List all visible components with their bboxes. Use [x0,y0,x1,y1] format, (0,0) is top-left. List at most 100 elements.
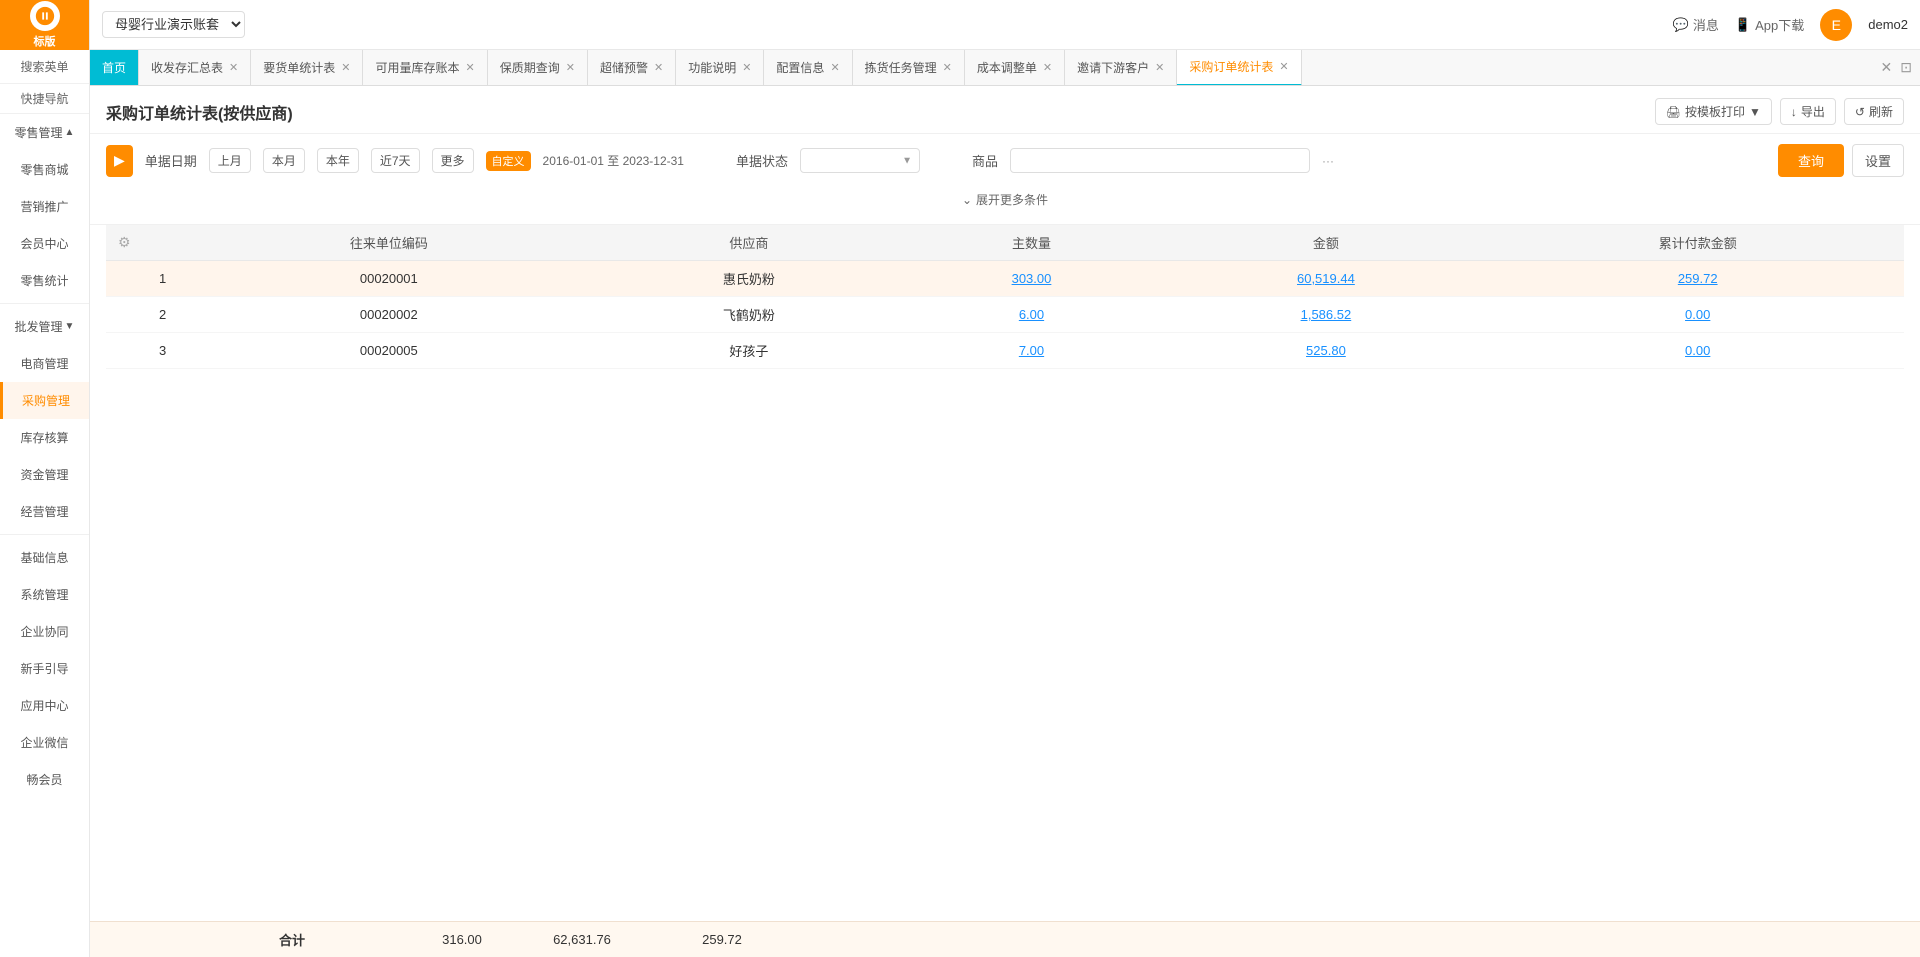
query-btn[interactable]: 查询 [1778,144,1844,177]
sidebar-item-sys-mgmt[interactable]: 系统管理 [0,576,89,613]
expand-more-btn[interactable]: ⌄ 展开更多条件 [962,191,1048,208]
sidebar-item-purchase-mgmt[interactable]: 采购管理 [0,382,89,419]
sidebar-item-ecom-mgmt[interactable]: 电商管理 [0,345,89,382]
main-content: 母婴行业演示账套 💬 消息 📱 App下载 E demo2 首页 收发存汇总表 … [90,0,1920,957]
filter-area: ▶ 单据日期 上月 本月 本年 近7天 更多 自定义 2016-01-01 至 … [90,134,1920,225]
tab-close-all-icon[interactable]: ✕ [1881,59,1893,76]
export-btn[interactable]: ↓ 导出 [1780,98,1836,125]
refresh-icon: ↺ [1855,105,1865,119]
date-btn-7days[interactable]: 近7天 [371,148,420,173]
sidebar-item-retail-store[interactable]: 零售商城 [0,151,89,188]
tab-overstock-warning[interactable]: 超储预警 ✕ [588,50,676,86]
tab-pick-task-close[interactable]: ✕ [943,61,952,74]
filter-expand-btn[interactable]: ▶ [106,145,133,177]
date-btn-this-month[interactable]: 本月 [263,148,305,173]
footer-total-paid: 259.72 [642,932,802,947]
goods-more-btn[interactable]: ··· [1322,154,1334,168]
tab-purchase-stats-close[interactable]: ✕ [1279,60,1288,73]
tab-overstock-close[interactable]: ✕ [654,61,663,74]
template-print-btn[interactable]: 🖨 按模板打印 ▼ [1655,98,1772,125]
sidebar-item-marketing[interactable]: 营销推广 [0,188,89,225]
message-icon: 💬 [1673,17,1689,33]
row2-paid[interactable]: 0.00 [1491,297,1904,333]
gear-icon[interactable]: ⚙ [118,234,131,250]
tab-cost-adjust[interactable]: 成本调整单 ✕ [965,50,1065,86]
row3-paid[interactable]: 0.00 [1491,333,1904,369]
row3-amount[interactable]: 525.80 [1160,333,1491,369]
footer-total-amount: 62,631.76 [522,932,642,947]
date-btn-this-year[interactable]: 本年 [317,148,359,173]
sidebar-item-quick-nav[interactable]: 快捷导航 [0,84,89,114]
print-icon: 🖨 [1666,105,1681,119]
row2-qty[interactable]: 6.00 [903,297,1161,333]
sidebar-item-search[interactable]: 搜索英单 [0,50,89,84]
row1-amount[interactable]: 60,519.44 [1160,261,1491,297]
sidebar-item-ops-mgmt[interactable]: 经营管理 [0,493,89,530]
sidebar-enterprise-wechat-label: 企业微信 [20,736,68,750]
row2-gear [106,297,143,333]
sidebar-item-basic-info[interactable]: 基础信息 [0,539,89,576]
message-label: 消息 [1693,15,1719,34]
sidebar: 标版 搜索英单 快捷导航 零售管理 ▲ 零售商城 营销推广 会员中心 零售统计 … [0,0,90,957]
tab-func-desc[interactable]: 功能说明 ✕ [676,50,764,86]
tab-home-label: 首页 [102,59,126,76]
sidebar-item-member[interactable]: 畅会员 [0,761,89,798]
tab-invite-downstream[interactable]: 邀请下游客户 ✕ [1065,50,1177,86]
tab-func-desc-close[interactable]: ✕ [742,61,751,74]
sidebar-item-stock-check[interactable]: 库存核算 [0,419,89,456]
row1-qty[interactable]: 303.00 [903,261,1161,297]
row1-paid[interactable]: 259.72 [1491,261,1904,297]
sidebar-item-new-guide[interactable]: 新手引导 [0,650,89,687]
tab-purchase-stats[interactable]: 采购订单统计表 ✕ [1177,50,1301,86]
sidebar-finance-label: 资金管理 [20,468,68,482]
date-btn-more[interactable]: 更多 [432,148,474,173]
status-select[interactable] [800,148,920,173]
page-actions: 🖨 按模板打印 ▼ ↓ 导出 ↺ 刷新 [1655,98,1904,125]
date-btn-last-month[interactable]: 上月 [209,148,251,173]
data-table: ⚙ 往来单位编码 供应商 主数量 金额 累计付款金额 1 00020001 [106,225,1904,369]
sidebar-item-retail-mgmt[interactable]: 零售管理 ▲ [0,114,89,151]
sidebar-item-finance-mgmt[interactable]: 资金管理 [0,456,89,493]
sidebar-item-app-center[interactable]: 应用中心 [0,687,89,724]
tab-cost-adjust-label: 成本调整单 [977,59,1037,76]
row2-code: 00020002 [183,297,596,333]
tab-warranty-query[interactable]: 保质期查询 ✕ [488,50,588,86]
tab-collect-issue-close[interactable]: ✕ [229,61,238,74]
tab-available-stock-close[interactable]: ✕ [466,61,475,74]
row3-qty[interactable]: 7.00 [903,333,1161,369]
col-code-header: 往来单位编码 [183,225,596,261]
sidebar-item-retail-stats[interactable]: 零售统计 [0,262,89,299]
goods-search-input[interactable] [1010,148,1310,173]
tab-pick-task[interactable]: 拣货任务管理 ✕ [853,50,965,86]
sidebar-retail-store-label: 零售商城 [20,163,68,177]
tab-available-stock[interactable]: 可用量库存账本 ✕ [363,50,487,86]
row2-num: 2 [143,297,183,333]
sidebar-item-enterprise-coop[interactable]: 企业协同 [0,613,89,650]
sidebar-item-member-center[interactable]: 会员中心 [0,225,89,262]
tab-cost-adjust-close[interactable]: ✕ [1043,61,1052,74]
tab-invite-label: 邀请下游客户 [1077,59,1149,76]
tab-config-info-close[interactable]: ✕ [830,61,839,74]
tab-home[interactable]: 首页 [90,50,139,86]
row2-amount[interactable]: 1,586.52 [1160,297,1491,333]
logo-icon [30,1,60,31]
message-btn[interactable]: 💬 消息 [1673,15,1719,34]
tab-collect-issue[interactable]: 收发存汇总表 ✕ [139,50,251,86]
tab-expand-icon[interactable]: ⊡ [1900,59,1912,76]
user-avatar[interactable]: E [1820,9,1852,41]
tab-demand-stats[interactable]: 要货单统计表 ✕ [251,50,363,86]
refresh-btn[interactable]: ↺ 刷新 [1844,98,1904,125]
app-download-btn[interactable]: 📱 App下载 [1735,15,1804,34]
tab-config-info[interactable]: 配置信息 ✕ [764,50,852,86]
tab-invite-close[interactable]: ✕ [1155,61,1164,74]
chevron-down-icon: ⌄ [962,193,972,207]
col-paid-header: 累计付款金额 [1491,225,1904,261]
account-dropdown[interactable]: 母婴行业演示账套 [102,11,245,38]
date-range-display: 2016-01-01 至 2023-12-31 [543,152,684,169]
tab-demand-stats-close[interactable]: ✕ [341,61,350,74]
sidebar-item-enterprise-wechat[interactable]: 企业微信 [0,724,89,761]
sidebar-item-wholesale-mgmt[interactable]: 批发管理 ▼ [0,308,89,345]
chevron-down-icon: ▲ [65,127,75,138]
settings-btn[interactable]: 设置 [1852,144,1904,177]
tab-warranty-query-close[interactable]: ✕ [566,61,575,74]
